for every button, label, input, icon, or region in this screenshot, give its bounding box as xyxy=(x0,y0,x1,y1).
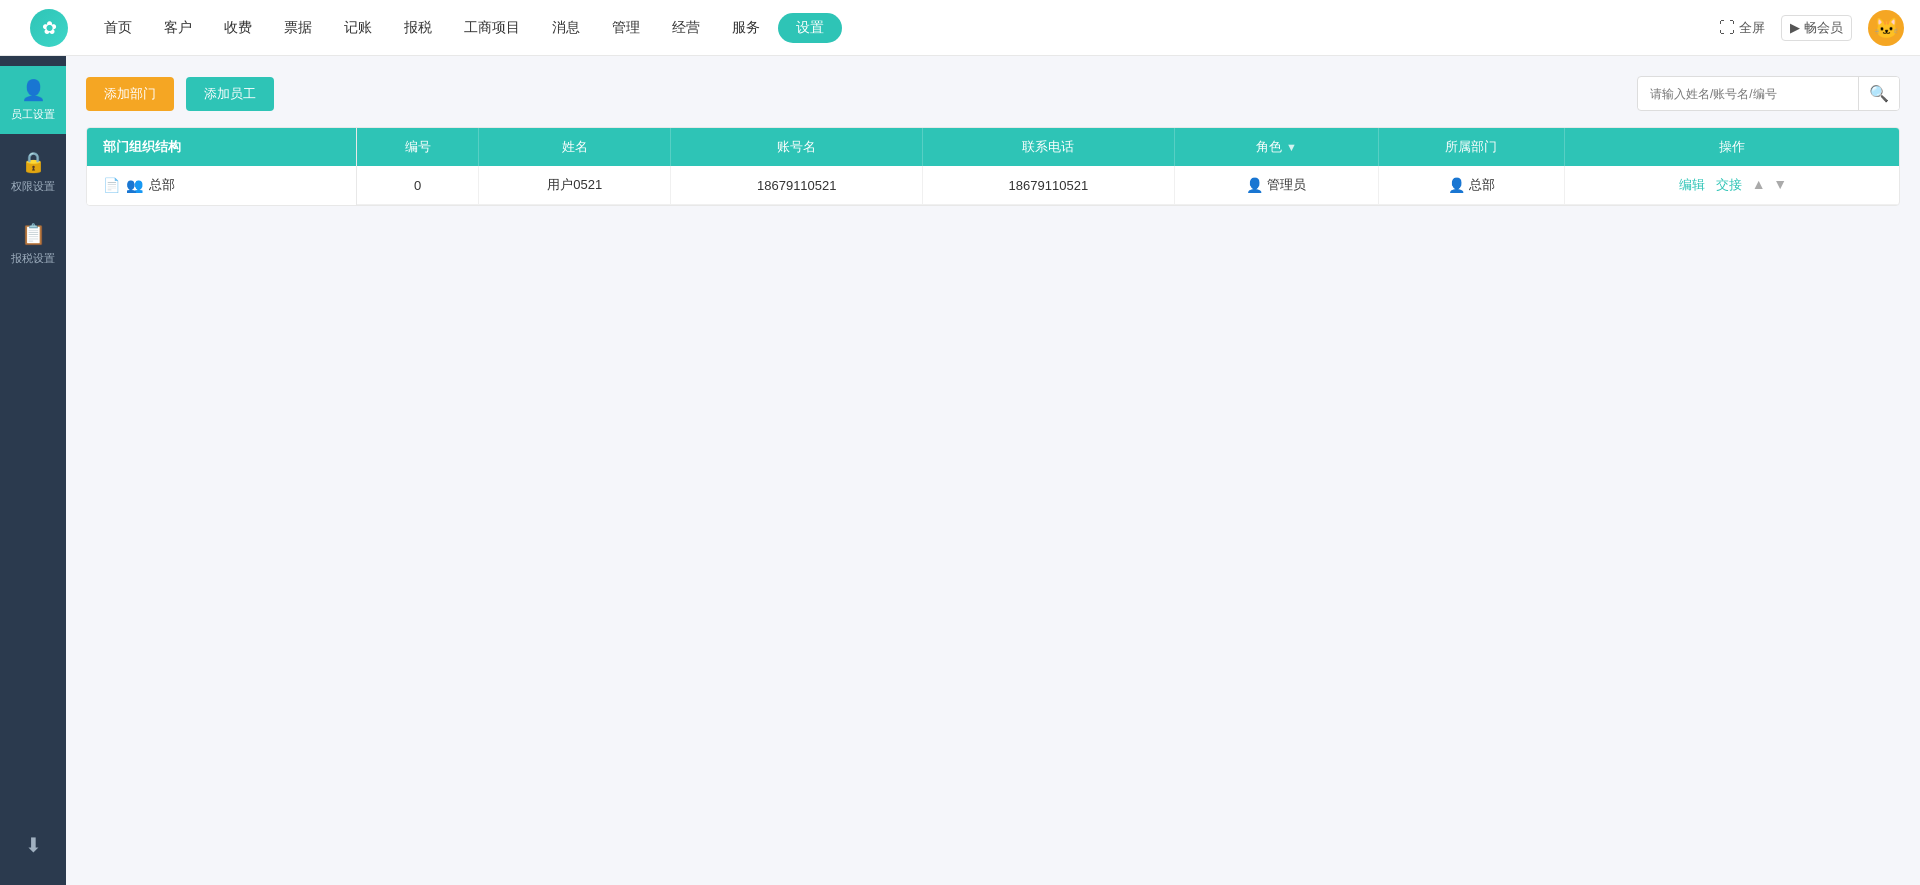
role-user-icon: 👤 xyxy=(1246,177,1263,193)
fullscreen-label: 全屏 xyxy=(1739,19,1765,37)
permission-icon: 🔒 xyxy=(21,150,46,174)
scroll-down-button[interactable]: ▼ xyxy=(1771,176,1789,192)
col-phone: 联系电话 xyxy=(923,128,1175,166)
table-row: 0 用户0521 18679110521 18679110521 👤 管理员 xyxy=(357,166,1899,205)
tree-header: 部门组织结构 xyxy=(87,128,356,166)
employee-table: 编号 姓名 账号名 联系电话 角色 ▼ 所属部门 操作 xyxy=(357,128,1899,205)
col-actions: 操作 xyxy=(1564,128,1899,166)
sidebar-item-employee[interactable]: 👤 员工设置 xyxy=(0,66,66,134)
search-icon: 🔍 xyxy=(1869,85,1889,102)
vip-icon: ▶ xyxy=(1790,20,1800,35)
content-area: 部门组织结构 📄 👥 总部 编号 姓名 账号名 联系电话 xyxy=(86,127,1900,206)
add-employee-button[interactable]: 添加员工 xyxy=(186,77,274,111)
cell-account: 18679110521 xyxy=(671,166,923,205)
tree-panel: 部门组织结构 📄 👥 总部 xyxy=(87,128,357,205)
nav-operation[interactable]: 经营 xyxy=(658,13,714,43)
toolbar: 添加部门 添加员工 🔍 xyxy=(86,76,1900,111)
user-group-icon: 👥 xyxy=(126,177,143,193)
nav-home[interactable]: 首页 xyxy=(90,13,146,43)
nav-business[interactable]: 工商项目 xyxy=(450,13,534,43)
nav-settings[interactable]: 设置 xyxy=(778,13,842,43)
col-account: 账号名 xyxy=(671,128,923,166)
filter-icon[interactable]: ▼ xyxy=(1286,141,1297,153)
col-role-label: 角色 xyxy=(1256,138,1282,156)
file-icon: 📄 xyxy=(103,177,120,193)
cell-phone: 18679110521 xyxy=(923,166,1175,205)
nav-message[interactable]: 消息 xyxy=(538,13,594,43)
role-label: 管理员 xyxy=(1267,176,1306,194)
dept-user-icon: 👤 xyxy=(1448,177,1465,193)
cell-dept: 👤 总部 xyxy=(1379,166,1564,205)
top-navigation: ✿ 首页 客户 收费 票据 记账 报税 工商项目 消息 管理 经营 服务 设置 … xyxy=(0,0,1920,56)
cell-role: 👤 管理员 xyxy=(1174,166,1379,205)
sidebar-download-button[interactable]: ⬇ xyxy=(0,821,66,869)
nav-items: 首页 客户 收费 票据 记账 报税 工商项目 消息 管理 经营 服务 设置 xyxy=(90,13,1719,43)
main-content: 添加部门 添加员工 🔍 部门组织结构 📄 👥 总部 xyxy=(66,56,1920,885)
sidebar-label-employee: 员工设置 xyxy=(11,107,55,122)
nav-manage[interactable]: 管理 xyxy=(598,13,654,43)
vip-label: 畅会员 xyxy=(1804,19,1843,37)
search-button[interactable]: 🔍 xyxy=(1858,77,1899,110)
cell-actions: 编辑 交接 ▲ ▼ xyxy=(1564,166,1899,205)
handover-button[interactable]: 交接 xyxy=(1716,177,1742,192)
nav-invoice[interactable]: 票据 xyxy=(270,13,326,43)
nav-service[interactable]: 服务 xyxy=(718,13,774,43)
sidebar-item-tax-settings[interactable]: 📋 报税设置 xyxy=(0,210,66,278)
dept-label: 总部 xyxy=(1469,176,1495,194)
cell-id: 0 xyxy=(357,166,479,205)
nav-client[interactable]: 客户 xyxy=(150,13,206,43)
tree-item-root[interactable]: 📄 👥 总部 xyxy=(87,166,356,204)
col-dept: 所属部门 xyxy=(1379,128,1564,166)
sidebar-item-permission[interactable]: 🔒 权限设置 xyxy=(0,138,66,206)
nav-billing[interactable]: 收费 xyxy=(210,13,266,43)
vip-button[interactable]: ▶ 畅会员 xyxy=(1781,15,1852,41)
search-box: 🔍 xyxy=(1637,76,1900,111)
scroll-up-button[interactable]: ▲ xyxy=(1750,176,1768,192)
add-dept-button[interactable]: 添加部门 xyxy=(86,77,174,111)
avatar[interactable]: 🐱 xyxy=(1868,10,1904,46)
tree-item-label: 总部 xyxy=(149,176,175,194)
tax-settings-icon: 📋 xyxy=(21,222,46,246)
employee-icon: 👤 xyxy=(21,78,46,102)
sidebar-label-permission: 权限设置 xyxy=(11,179,55,194)
logo: ✿ xyxy=(16,9,82,47)
table-panel: 编号 姓名 账号名 联系电话 角色 ▼ 所属部门 操作 xyxy=(357,128,1899,205)
col-role[interactable]: 角色 ▼ xyxy=(1174,128,1379,166)
col-id: 编号 xyxy=(357,128,479,166)
nav-accounting[interactable]: 记账 xyxy=(330,13,386,43)
nav-right: ⛶ 全屏 ▶ 畅会员 🐱 xyxy=(1719,10,1904,46)
search-input[interactable] xyxy=(1638,80,1858,108)
col-name: 姓名 xyxy=(479,128,671,166)
main-layout: 👤 员工设置 🔒 权限设置 📋 报税设置 ⬇ 添加部门 添加员工 🔍 xyxy=(0,56,1920,885)
download-icon: ⬇ xyxy=(25,833,42,857)
logo-icon: ✿ xyxy=(30,9,68,47)
sidebar-bottom: ⬇ xyxy=(0,821,66,885)
sidebar-label-tax-settings: 报税设置 xyxy=(11,251,55,266)
fullscreen-icon: ⛶ xyxy=(1719,19,1735,37)
nav-tax[interactable]: 报税 xyxy=(390,13,446,43)
edit-button[interactable]: 编辑 xyxy=(1679,177,1705,192)
fullscreen-button[interactable]: ⛶ 全屏 xyxy=(1719,19,1765,37)
cell-name: 用户0521 xyxy=(479,166,671,205)
sidebar: 👤 员工设置 🔒 权限设置 📋 报税设置 ⬇ xyxy=(0,56,66,885)
